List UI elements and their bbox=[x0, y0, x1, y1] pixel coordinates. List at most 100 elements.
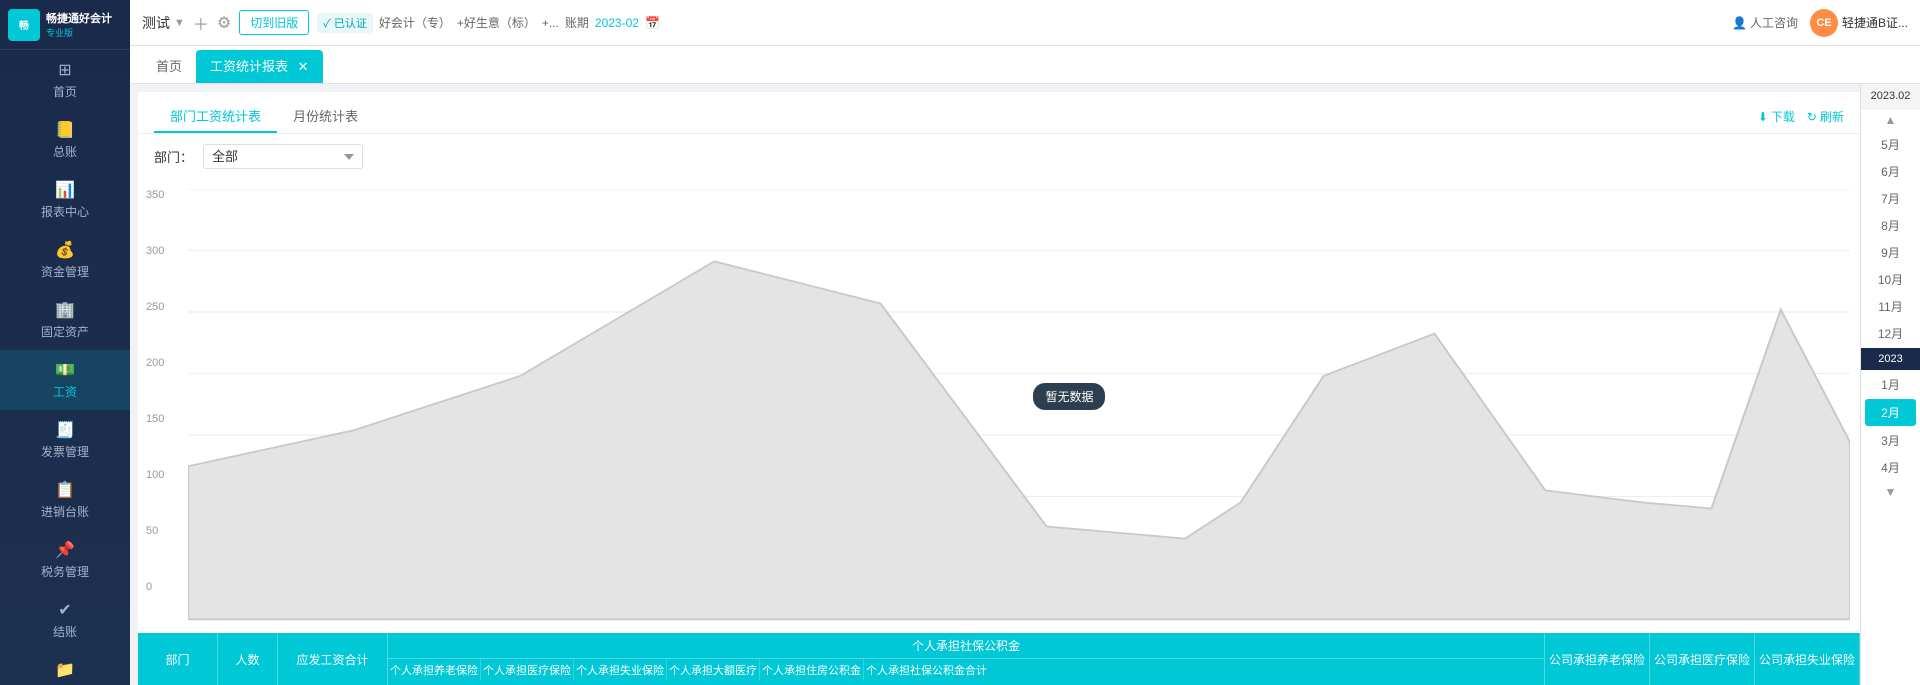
month-7月[interactable]: 7月 bbox=[1861, 185, 1920, 212]
help-icon: 👤 bbox=[1732, 16, 1747, 30]
y-label: 50 bbox=[146, 525, 164, 537]
sidebar-nav: ⊞首页📒总账📊报表中心💰资金管理🏢固定资产💵工资🧾发票管理📋进销台账📌税务管理✔… bbox=[0, 50, 130, 685]
month-6月[interactable]: 6月 bbox=[1861, 158, 1920, 185]
col-group-personal-insurance: 个人承担社保公积金 个人承担养老保险个人承担医疗保险个人承担失业保险个人承担大额… bbox=[388, 633, 1545, 685]
dept-filter-select[interactable]: 全部财务部销售部技术部行政部 bbox=[203, 144, 363, 169]
y-label: 0 bbox=[146, 581, 164, 593]
sidebar-item-reports[interactable]: 📊 报表中心 bbox=[0, 170, 130, 230]
date-panel: 2023.02 ▲ 5月6月7月8月9月10月11月12月20231月2月3月4… bbox=[1860, 84, 1920, 685]
topbar-settings-icon[interactable]: ⚙ bbox=[217, 13, 231, 33]
sidebar-item-sales[interactable]: 📋进销台账 bbox=[0, 470, 130, 530]
col-sub-个人承担大额医疗: 个人承担大额医疗 bbox=[667, 659, 760, 681]
accounting-status: 好会计（专） bbox=[379, 14, 451, 31]
group-sub-cols: 个人承担养老保险个人承担医疗保险个人承担失业保险个人承担大额医疗个人承担住房公积… bbox=[388, 659, 1544, 681]
col-total-salary: 应发工资合计 bbox=[278, 633, 388, 685]
col-sub-个人承担失业保险: 个人承担失业保险 bbox=[574, 659, 667, 681]
col-company-unemployment: 公司承担失业保险 bbox=[1755, 633, 1860, 685]
month-9月[interactable]: 9月 bbox=[1861, 239, 1920, 266]
month-2月[interactable]: 2月 bbox=[1865, 399, 1916, 426]
table-footer: 部门 人数 应发工资合计 个人承担社保公积金 个人承担养老保险个人承担医疗保险个… bbox=[138, 633, 1860, 685]
col-dept: 部门 bbox=[138, 633, 218, 685]
y-label: 350 bbox=[146, 189, 164, 201]
sidebar-item-capital[interactable]: 💰资金管理 bbox=[0, 230, 130, 290]
sales-icon: 📋 bbox=[55, 480, 75, 500]
month-12月[interactable]: 12月 bbox=[1861, 320, 1920, 347]
sub-tab-dept-salary[interactable]: 部门工资统计表 bbox=[154, 100, 277, 133]
col-sub-个人承担养老保险: 个人承担养老保险 bbox=[388, 659, 481, 681]
chart-area: 350300250200150100500 暂无数据 bbox=[138, 179, 1860, 633]
sidebar-label-ledger: 总账 bbox=[53, 143, 77, 160]
col-sub-个人承担住房公积金: 个人承担住房公积金 bbox=[760, 659, 864, 681]
refresh-button[interactable]: ↻ 刷新 bbox=[1807, 108, 1844, 125]
sidebar-item-assets[interactable]: 🏢固定资产 bbox=[0, 290, 130, 350]
date-months-container: 5月6月7月8月9月10月11月12月20231月2月3月4月 bbox=[1861, 131, 1920, 481]
biz-status: +好生意（标） bbox=[457, 14, 536, 31]
y-label: 150 bbox=[146, 413, 164, 425]
month-1月[interactable]: 1月 bbox=[1861, 371, 1920, 398]
tab-close-icon[interactable]: ✕ bbox=[298, 59, 309, 74]
company-name[interactable]: 测试 ▼ bbox=[142, 13, 185, 33]
month-8月[interactable]: 8月 bbox=[1861, 212, 1920, 239]
archive-icon: 📁 bbox=[55, 660, 75, 680]
period-value[interactable]: 2023-02 bbox=[595, 16, 639, 30]
period-label: 账期 bbox=[565, 14, 589, 31]
y-label: 200 bbox=[146, 357, 164, 369]
y-axis-labels: 350300250200150100500 bbox=[146, 189, 164, 593]
logo-text: 畅捷通好会计 专业版 bbox=[46, 10, 112, 39]
sidebar-label-home: 首页 bbox=[53, 83, 77, 100]
scroll-up-button[interactable]: ▲ bbox=[1861, 109, 1920, 131]
year-label-2023: 2023 bbox=[1861, 348, 1920, 370]
tabbar: 首页 工资统计报表 ✕ bbox=[130, 46, 1920, 84]
col-company-medical: 公司承担医疗保险 bbox=[1650, 633, 1755, 685]
sidebar-item-salary[interactable]: 💵工资 bbox=[0, 350, 130, 410]
sidebar: 畅 畅捷通好会计 专业版 ⊞ 首页 📒总账 📊 报表中心 💰资金管理🏢固定资产💵工资 🧾 发票… bbox=[0, 0, 130, 685]
switch-old-button[interactable]: 切到旧版 bbox=[239, 10, 309, 35]
topbar-add-icon[interactable]: ＋ bbox=[193, 11, 209, 35]
chart-svg bbox=[188, 189, 1850, 623]
dept-filter-label: 部门： bbox=[154, 147, 193, 166]
reports-icon: 📊 bbox=[55, 180, 75, 200]
chevron-icon: ▼ bbox=[174, 17, 185, 29]
tax-icon: 📌 bbox=[55, 540, 75, 560]
sidebar-item-archive[interactable]: 📁归档管理 bbox=[0, 650, 130, 685]
sidebar-item-invoice[interactable]: 🧾 发票管理 bbox=[0, 410, 130, 470]
date-panel-header[interactable]: 2023.02 bbox=[1861, 84, 1920, 109]
scroll-down-button[interactable]: ▼ bbox=[1861, 481, 1920, 503]
topbar-status: ✓ 已认证 好会计（专） +好生意（标） +... 账期 2023-02 📅 bbox=[317, 13, 660, 33]
month-3月[interactable]: 3月 bbox=[1861, 427, 1920, 454]
sidebar-item-tax[interactable]: 📌税务管理 bbox=[0, 530, 130, 590]
sidebar-item-checkout[interactable]: ✔ 结账 bbox=[0, 590, 130, 650]
month-10月[interactable]: 10月 bbox=[1861, 266, 1920, 293]
sidebar-label-salary: 工资 bbox=[53, 383, 77, 400]
month-5月[interactable]: 5月 bbox=[1861, 131, 1920, 158]
sidebar-label-invoice: 发票管理 bbox=[41, 443, 89, 460]
svg-text:畅: 畅 bbox=[19, 19, 29, 32]
app-logo: 畅 畅捷通好会计 专业版 bbox=[0, 0, 130, 50]
calendar-icon[interactable]: 📅 bbox=[645, 16, 660, 30]
capital-icon: 💰 bbox=[55, 240, 75, 260]
download-button[interactable]: ⬇ 下载 bbox=[1758, 108, 1795, 125]
main-area: 测试 ▼ ＋ ⚙ 切到旧版 ✓ 已认证 好会计（专） +好生意（标） +... … bbox=[130, 0, 1920, 685]
sidebar-item-home[interactable]: ⊞ 首页 bbox=[0, 50, 130, 110]
sub-tab-monthly[interactable]: 月份统计表 bbox=[277, 100, 374, 133]
sidebar-label-checkout: 结账 bbox=[53, 623, 77, 640]
more-status: +... bbox=[542, 16, 559, 30]
tab-salary-report[interactable]: 工资统计报表 ✕ bbox=[196, 50, 323, 83]
checkout-icon: ✔ bbox=[58, 600, 71, 620]
sidebar-item-ledger[interactable]: 📒总账 bbox=[0, 110, 130, 170]
month-4月[interactable]: 4月 bbox=[1861, 454, 1920, 481]
y-label: 300 bbox=[146, 245, 164, 257]
invoice-icon: 🧾 bbox=[55, 420, 75, 440]
sub-tabs-right: ⬇ 下载 ↻ 刷新 bbox=[1758, 108, 1844, 125]
help-button[interactable]: 👤 人工咨询 bbox=[1732, 14, 1798, 31]
col-company-pension: 公司承担养老保险 bbox=[1545, 633, 1650, 685]
refresh-icon: ↻ bbox=[1807, 110, 1817, 124]
month-11月[interactable]: 11月 bbox=[1861, 293, 1920, 320]
user-menu[interactable]: CE 轻捷通B证... bbox=[1810, 9, 1908, 37]
col-headcount: 人数 bbox=[218, 633, 278, 685]
username-label: 轻捷通B证... bbox=[1842, 14, 1908, 31]
home-icon: ⊞ bbox=[58, 60, 71, 80]
sidebar-label-reports: 报表中心 bbox=[41, 203, 89, 220]
tab-home[interactable]: 首页 bbox=[142, 50, 196, 83]
sub-tabs-left: 部门工资统计表 月份统计表 bbox=[154, 100, 374, 133]
